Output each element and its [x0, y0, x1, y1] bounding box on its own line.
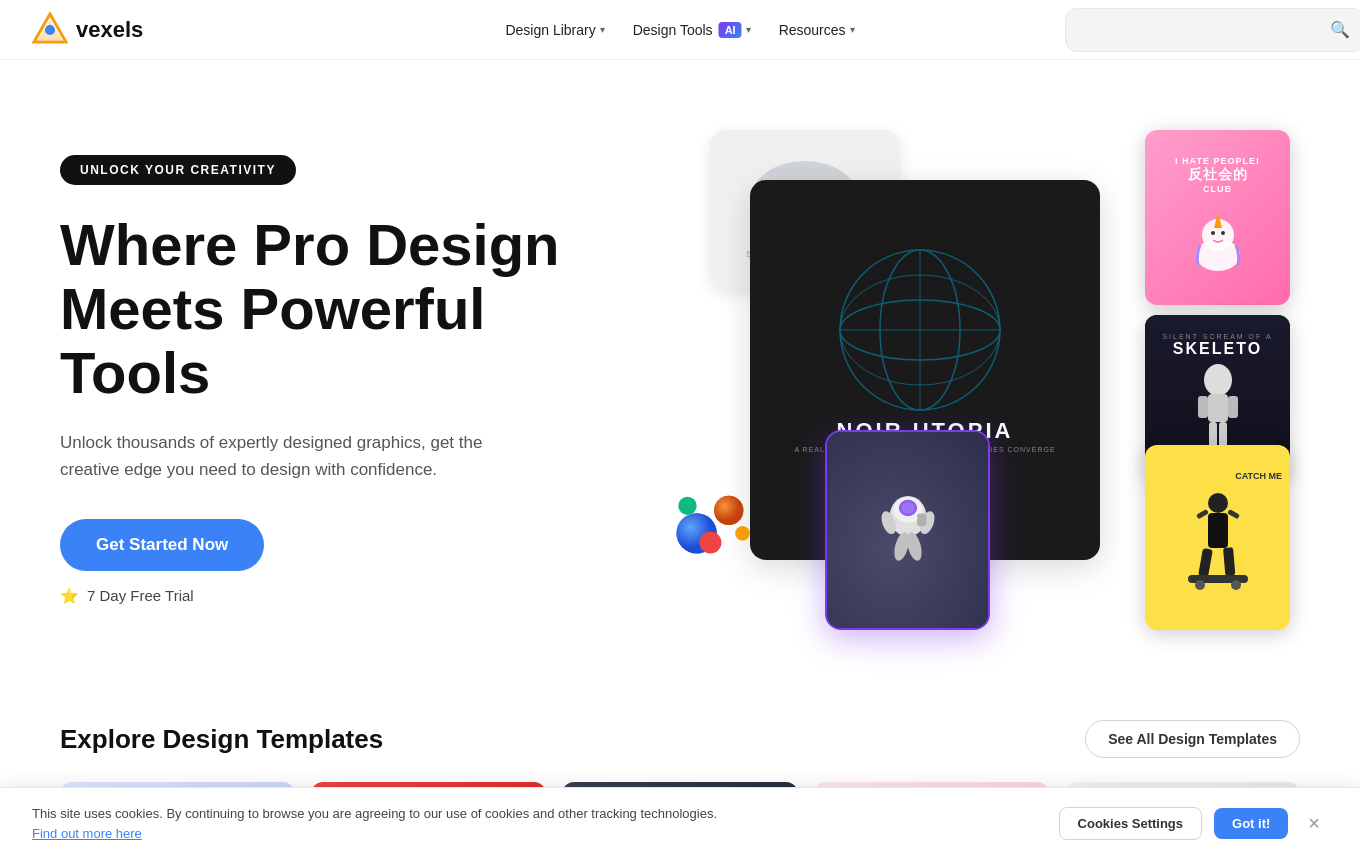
see-all-templates-button[interactable]: See All Design Templates	[1085, 720, 1300, 758]
nav-menu: Design Library ▾ Design Tools AI ▾ Resou…	[493, 16, 866, 44]
hero-collage: NYC SOMETHING · MARKET NOIR UTOPIA A REA…	[660, 120, 1300, 640]
templates-header: Explore Design Templates See All Design …	[60, 720, 1300, 758]
svg-rect-16	[1198, 396, 1208, 418]
get-started-button[interactable]: Get Started Now	[60, 519, 264, 571]
nav-right: 🔍 Pricing | Sign up Login	[803, 8, 1328, 52]
svg-point-12	[1211, 231, 1215, 235]
cookie-accept-button[interactable]: Got it!	[1214, 808, 1288, 839]
svg-point-25	[678, 497, 696, 515]
svg-point-2	[45, 25, 55, 35]
pink-card: I HATE PEOPLE!反社会的CLUB	[1145, 130, 1290, 305]
cookie-text-area: This site uses cookies. By continuing to…	[32, 804, 717, 843]
cookie-banner: This site uses cookies. By continuing to…	[0, 787, 1360, 859]
astronaut-card	[825, 430, 990, 630]
svg-point-23	[714, 496, 743, 525]
free-trial-label: ⭐ 7 Day Free Trial	[60, 587, 620, 605]
svg-point-26	[735, 526, 750, 541]
svg-rect-37	[1208, 513, 1228, 548]
catch-card: CATCH ME	[1145, 445, 1290, 630]
logo-text: vexels	[76, 17, 143, 43]
svg-rect-38	[1196, 509, 1209, 519]
chevron-down-icon-resources: ▾	[850, 24, 855, 35]
ai-badge: AI	[719, 22, 742, 38]
main-nav: vexels Design Library ▾ Design Tools AI …	[0, 0, 1360, 60]
nav-design-tools[interactable]: Design Tools AI ▾	[621, 16, 763, 44]
svg-rect-39	[1227, 509, 1240, 519]
hero-subtitle: Unlock thousands of expertly designed gr…	[60, 429, 500, 483]
search-icon[interactable]: 🔍	[1330, 20, 1350, 39]
cookie-find-out-link[interactable]: Find out more here	[32, 826, 142, 841]
nav-design-library[interactable]: Design Library ▾	[493, 16, 616, 44]
nav-resources[interactable]: Resources ▾	[767, 16, 867, 44]
hero-title: Where Pro Design Meets Powerful Tools	[60, 213, 620, 404]
nav-design-tools-label: Design Tools	[633, 22, 713, 38]
nav-design-library-label: Design Library	[505, 22, 595, 38]
svg-point-36	[1208, 493, 1228, 513]
chevron-down-icon-tools: ▾	[746, 24, 751, 35]
svg-point-13	[1221, 231, 1225, 235]
templates-title: Explore Design Templates	[60, 724, 383, 755]
svg-rect-35	[917, 514, 926, 527]
hero-section: UNLOCK YOUR CREATIVITY Where Pro Design …	[0, 60, 1360, 680]
cookie-settings-button[interactable]: Cookies Settings	[1059, 807, 1202, 840]
nav-resources-label: Resources	[779, 22, 846, 38]
chevron-down-icon: ▾	[600, 24, 605, 35]
svg-rect-17	[1228, 396, 1238, 418]
cookie-message: This site uses cookies. By continuing to…	[32, 804, 717, 843]
svg-point-30	[901, 503, 914, 514]
star-icon: ⭐	[60, 587, 79, 605]
search-input[interactable]	[1080, 22, 1330, 38]
logo[interactable]: vexels	[32, 12, 143, 48]
svg-point-14	[1204, 364, 1232, 396]
hero-badge: UNLOCK YOUR CREATIVITY	[60, 155, 296, 185]
svg-point-44	[1231, 580, 1241, 590]
svg-rect-40	[1198, 548, 1213, 577]
cookie-close-button[interactable]: ×	[1300, 812, 1328, 835]
svg-rect-41	[1223, 547, 1235, 576]
search-bar: 🔍	[1065, 8, 1360, 52]
svg-rect-15	[1208, 394, 1228, 422]
svg-point-24	[699, 532, 721, 554]
svg-point-43	[1195, 580, 1205, 590]
cookie-actions: Cookies Settings Got it! ×	[1059, 807, 1328, 840]
hero-left: UNLOCK YOUR CREATIVITY Where Pro Design …	[60, 155, 620, 605]
planets-orbs	[660, 460, 780, 580]
